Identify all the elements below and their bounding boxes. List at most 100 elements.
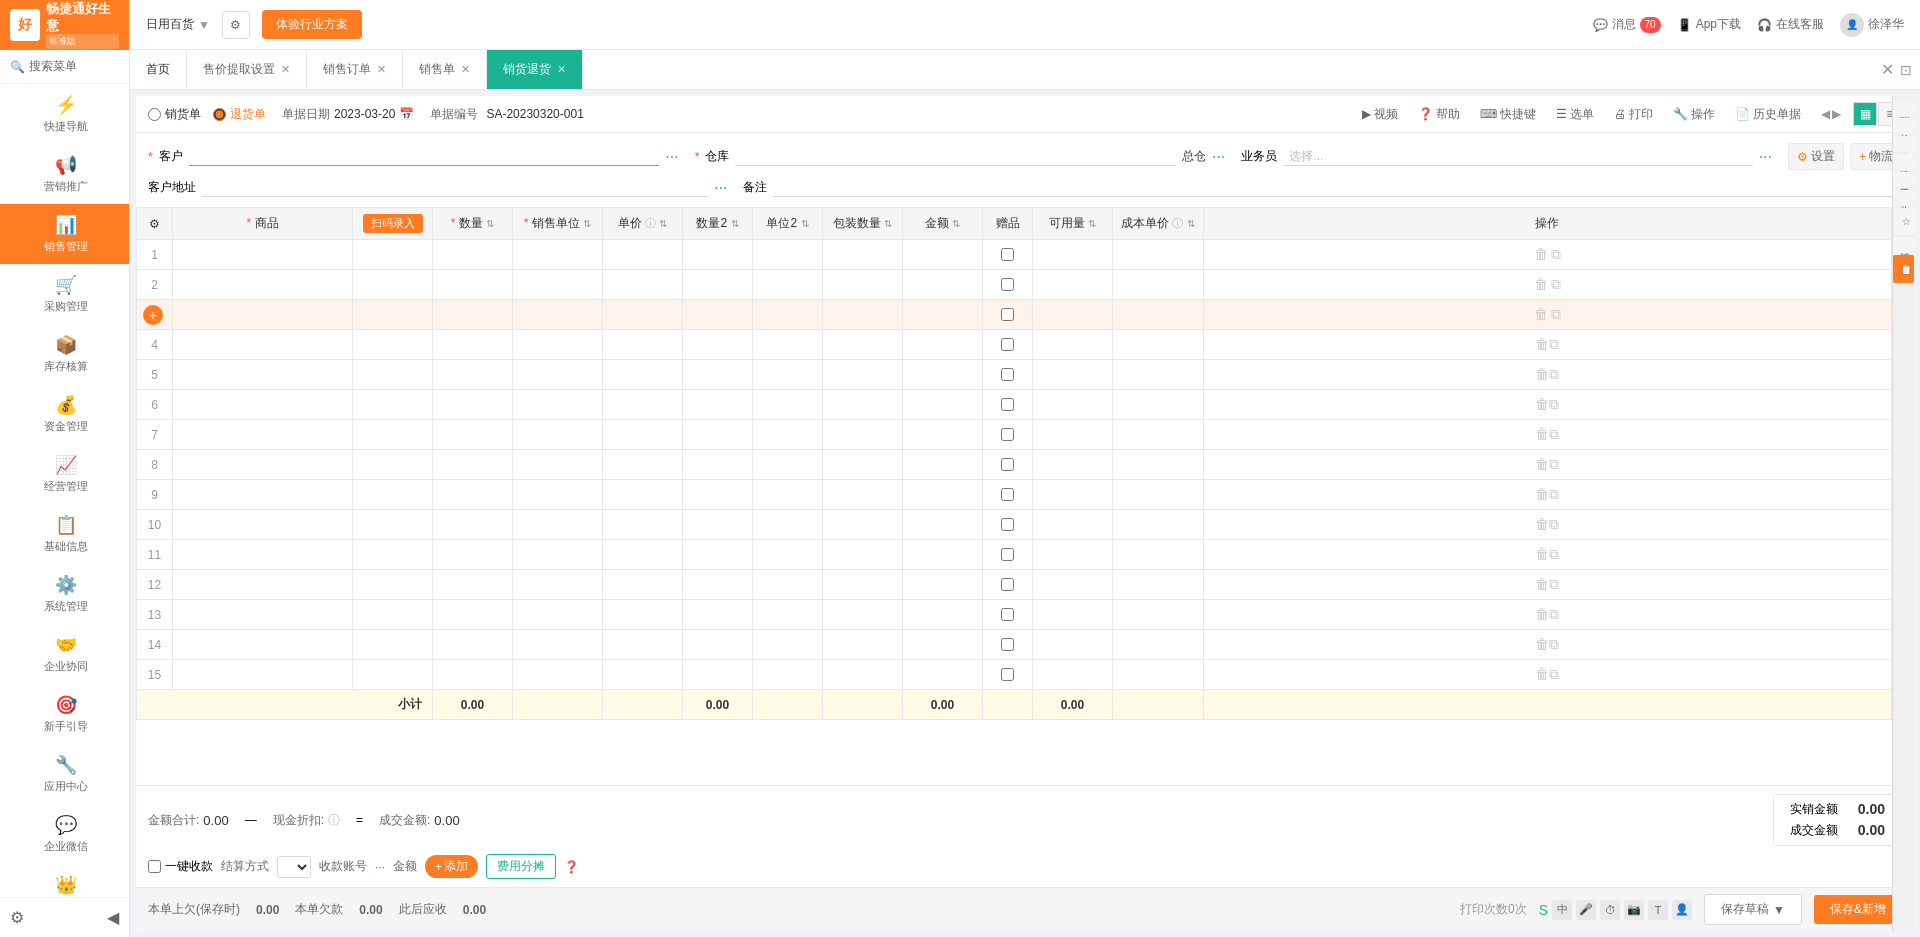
cost-cell[interactable] bbox=[1113, 240, 1204, 270]
customer-input[interactable] bbox=[189, 147, 660, 166]
right-tab-attach[interactable]: 附 bbox=[1893, 100, 1914, 116]
right-tab-attachment[interactable]: 附件 bbox=[1893, 172, 1914, 188]
close-sales-order-tab[interactable]: ✕ bbox=[377, 63, 386, 76]
unit2-cell[interactable] bbox=[753, 270, 823, 300]
delete-row-8[interactable]: 🗑 bbox=[1535, 456, 1549, 472]
prev-icon[interactable]: ◀ bbox=[1821, 107, 1830, 121]
tool-clock[interactable]: ⏱ bbox=[1600, 900, 1620, 920]
qty2-cell[interactable] bbox=[683, 240, 753, 270]
grid-view-icon[interactable]: ▦ bbox=[1853, 102, 1877, 126]
sidebar-item-sales[interactable]: 📊 销售管理 bbox=[0, 204, 129, 264]
gift-checkbox-7[interactable] bbox=[1001, 428, 1014, 441]
app-download-button[interactable]: 📱 App下载 bbox=[1677, 16, 1741, 33]
gift-checkbox-8[interactable] bbox=[1001, 458, 1014, 471]
sidebar-item-inventory[interactable]: 📦 库存核算 bbox=[0, 324, 129, 384]
copy-row-13[interactable]: ⧉ bbox=[1549, 606, 1559, 623]
tab-sales-order[interactable]: 销售订单 ✕ bbox=[307, 50, 403, 90]
th-gear[interactable]: ⚙ bbox=[137, 208, 173, 240]
cost-sort-icon[interactable]: ⇅ bbox=[1187, 218, 1195, 229]
gift-checkbox-14[interactable] bbox=[1001, 638, 1014, 651]
qty2-cell[interactable] bbox=[683, 300, 753, 330]
customer-dots[interactable]: ··· bbox=[665, 148, 678, 166]
right-tab-collect[interactable]: 收 bbox=[1893, 190, 1914, 206]
delete-row-12[interactable]: 🗑 bbox=[1535, 576, 1549, 592]
save-draft-button[interactable]: 保存草稿 ▼ bbox=[1704, 894, 1802, 925]
pkg-cell[interactable] bbox=[823, 240, 903, 270]
return-radio-input[interactable] bbox=[213, 108, 226, 121]
restore-window-icon[interactable]: ⊡ bbox=[1900, 62, 1912, 78]
pkg-cell[interactable] bbox=[823, 270, 903, 300]
sidebar-item-wechat[interactable]: 💬 企业微信 bbox=[0, 804, 129, 864]
add-payment-button[interactable]: + 添加 bbox=[425, 855, 478, 878]
tool-text[interactable]: T bbox=[1648, 900, 1668, 920]
gear-button[interactable]: ⚙ bbox=[222, 11, 250, 39]
copy-row-14[interactable]: ⧉ bbox=[1549, 636, 1559, 653]
right-tab-star[interactable]: ☆ bbox=[1893, 208, 1914, 235]
gift-cell[interactable] bbox=[983, 300, 1033, 330]
save-new-button[interactable]: 保存&新增 bbox=[1814, 895, 1902, 924]
gift-cell[interactable] bbox=[983, 240, 1033, 270]
gift-checkbox-11[interactable] bbox=[1001, 548, 1014, 561]
sidebar-item-member[interactable]: 👑 畅会员 bbox=[0, 864, 129, 897]
tab-sales-return[interactable]: 销货退货 ✕ bbox=[487, 50, 583, 90]
close-window-icon[interactable]: ✕ bbox=[1881, 60, 1894, 79]
help-btn[interactable]: ❓ 帮助 bbox=[1412, 103, 1466, 126]
copy-row-3[interactable]: ⧉ bbox=[1551, 306, 1561, 323]
gift-checkbox-13[interactable] bbox=[1001, 608, 1014, 621]
gift-checkbox-2[interactable] bbox=[1001, 278, 1014, 291]
tool-person[interactable]: 👤 bbox=[1672, 900, 1692, 920]
pkg-cell[interactable] bbox=[823, 300, 903, 330]
return-radio[interactable]: 退货单 bbox=[213, 106, 266, 123]
user-profile[interactable]: 👤 徐泽华 bbox=[1840, 13, 1904, 37]
fee-split-help[interactable]: ❓ bbox=[564, 860, 579, 874]
collapse-icon[interactable]: ◀ bbox=[107, 908, 119, 927]
cash-discount-info[interactable]: ⓘ bbox=[328, 812, 340, 829]
gift-checkbox-6[interactable] bbox=[1001, 398, 1014, 411]
warehouse-input[interactable] bbox=[735, 147, 1176, 166]
delete-row-6[interactable]: 🗑 bbox=[1535, 396, 1549, 412]
shortcut-btn[interactable]: ⌨ 快捷键 bbox=[1474, 103, 1542, 126]
delete-row-10[interactable]: 🗑 bbox=[1535, 516, 1549, 532]
qty-cell[interactable] bbox=[433, 270, 513, 300]
gift-checkbox-10[interactable] bbox=[1001, 518, 1014, 531]
tool-zh[interactable]: 中 bbox=[1552, 900, 1572, 920]
delete-row-3[interactable]: 🗑 bbox=[1534, 306, 1548, 322]
experience-button[interactable]: 体验行业方案 bbox=[262, 10, 362, 39]
gift-checkbox-9[interactable] bbox=[1001, 488, 1014, 501]
amount-cell[interactable] bbox=[903, 270, 983, 300]
unit-cell[interactable] bbox=[513, 240, 603, 270]
select-btn[interactable]: ☰ 选单 bbox=[1550, 103, 1600, 126]
sidebar-item-basic-info[interactable]: 📋 基础信息 bbox=[0, 504, 129, 564]
price-cell[interactable] bbox=[603, 240, 683, 270]
sidebar-item-operations[interactable]: 📈 经营管理 bbox=[0, 444, 129, 504]
one-key-payment[interactable]: 一键收款 bbox=[148, 858, 213, 875]
copy-row-7[interactable]: ⧉ bbox=[1549, 426, 1559, 443]
gift-checkbox-5[interactable] bbox=[1001, 368, 1014, 381]
right-tab-review[interactable]: 审 bbox=[1893, 136, 1914, 152]
gift-checkbox-15[interactable] bbox=[1001, 668, 1014, 681]
gift-checkbox-3[interactable] bbox=[1001, 308, 1014, 321]
copy-row-6[interactable]: ⧉ bbox=[1549, 396, 1559, 413]
warehouse-dots[interactable]: ··· bbox=[1212, 148, 1225, 166]
product-cell[interactable] bbox=[173, 270, 353, 300]
unit2-cell[interactable] bbox=[753, 300, 823, 330]
gift-checkbox-12[interactable] bbox=[1001, 578, 1014, 591]
tool-mic[interactable]: 🎤 bbox=[1576, 900, 1596, 920]
delete-row-1[interactable]: 🗑 bbox=[1534, 246, 1548, 262]
tool-camera[interactable]: 📷 bbox=[1624, 900, 1644, 920]
pkg-sort-icon[interactable]: ⇅ bbox=[884, 218, 892, 229]
operate-btn[interactable]: 🔧 操作 bbox=[1667, 103, 1721, 126]
price-cell[interactable] bbox=[603, 300, 683, 330]
print-btn[interactable]: 🖨 打印 bbox=[1608, 103, 1659, 126]
available-cell[interactable] bbox=[1033, 270, 1113, 300]
product-cell-active[interactable] bbox=[173, 300, 353, 330]
setting-button[interactable]: ⚙ 设置 bbox=[1788, 143, 1844, 170]
add-row-cell[interactable]: + bbox=[137, 300, 173, 330]
address-input[interactable] bbox=[202, 178, 708, 197]
sidebar-item-purchase[interactable]: 🛒 采购管理 bbox=[0, 264, 129, 324]
unit-cell[interactable] bbox=[513, 300, 603, 330]
unit2-sort-icon[interactable]: ⇅ bbox=[801, 218, 809, 229]
remark-input[interactable] bbox=[773, 178, 1902, 197]
delete-row-4[interactable]: 🗑 bbox=[1535, 336, 1549, 352]
product-input-1[interactable] bbox=[179, 248, 346, 262]
